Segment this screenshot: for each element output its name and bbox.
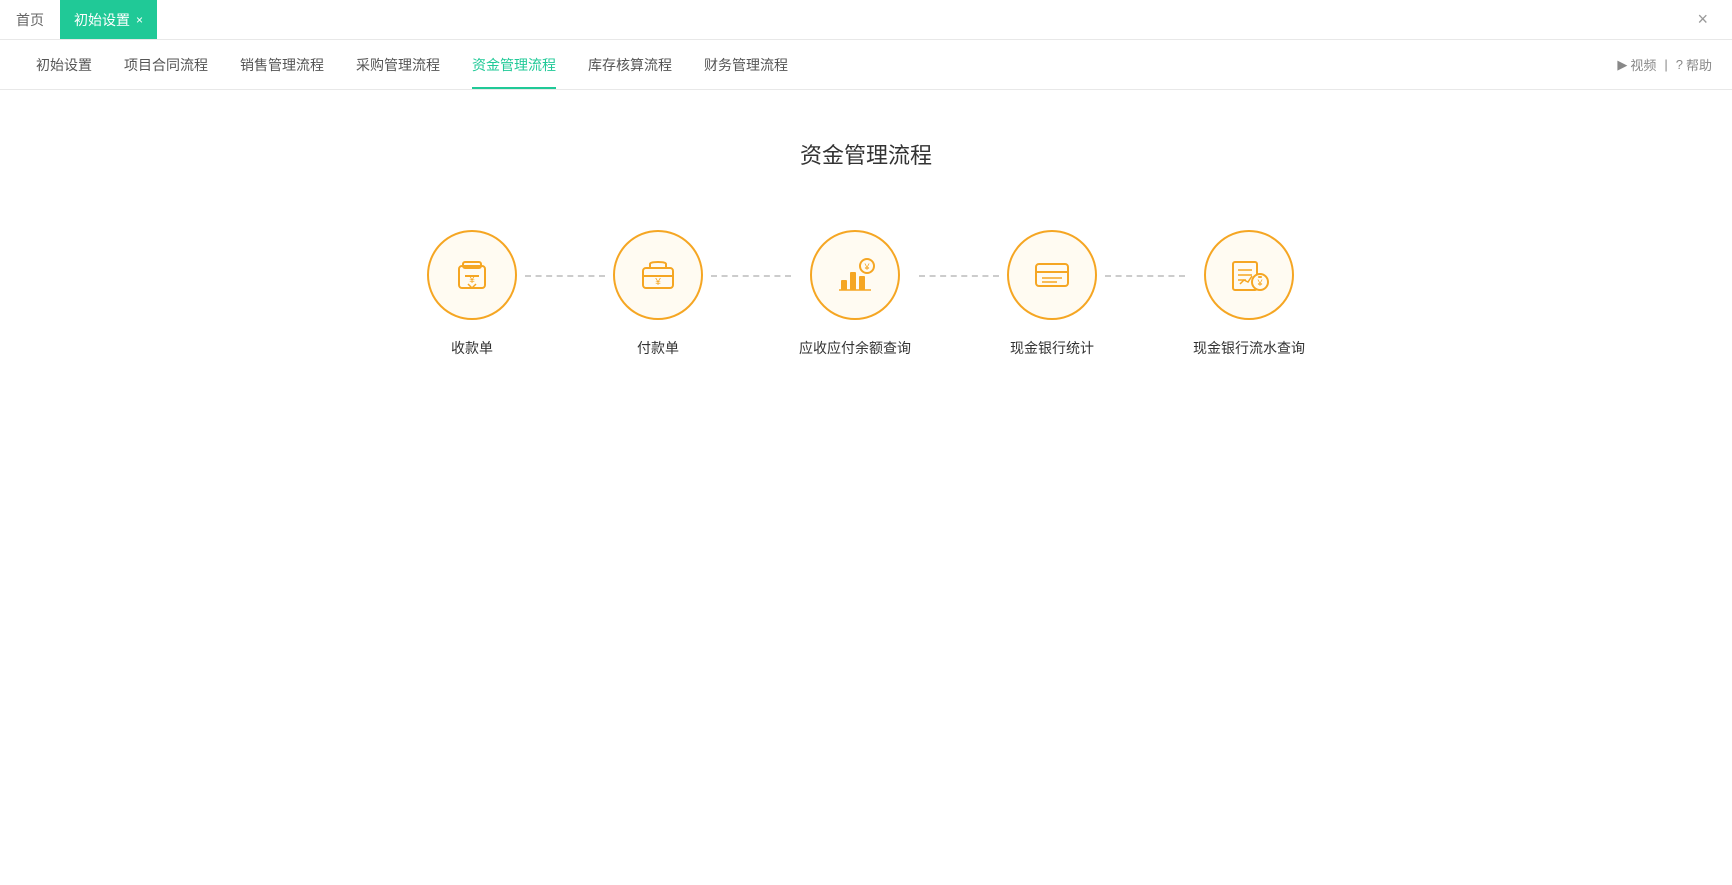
help-link[interactable]: ? 帮助 — [1676, 55, 1712, 74]
flow-row: ¥ 收款单 ¥ 付款单 — [427, 230, 1305, 358]
video-icon: ▶ — [1617, 57, 1627, 73]
svg-text:¥: ¥ — [1256, 278, 1263, 288]
cash-bank-flow-svg-icon: ¥ — [1226, 252, 1272, 298]
nav-bar: 初始设置 项目合同流程 销售管理流程 采购管理流程 资金管理流程 库存核算流程 … — [0, 40, 1732, 90]
balance-icon-circle: ¥ — [810, 230, 900, 320]
connector-2 — [711, 275, 791, 277]
payment-svg-icon: ¥ — [635, 252, 681, 298]
receipt-icon-circle: ¥ — [427, 230, 517, 320]
cash-bank-flow-label: 现金银行流水查询 — [1193, 338, 1305, 358]
balance-label: 应收应付余额查询 — [799, 338, 911, 358]
nav-item-sales[interactable]: 销售管理流程 — [224, 40, 340, 89]
nav-bar-right: ▶ 视频 | ? 帮助 — [1617, 55, 1712, 74]
help-icon: ? — [1676, 57, 1683, 72]
cash-bank-flow-icon-circle: ¥ — [1204, 230, 1294, 320]
svg-text:¥: ¥ — [863, 262, 870, 272]
nav-item-purchase[interactable]: 采购管理流程 — [340, 40, 456, 89]
flow-item-receipt[interactable]: ¥ 收款单 — [427, 230, 517, 358]
home-tab[interactable]: 首页 — [0, 0, 60, 39]
nav-item-initial[interactable]: 初始设置 — [20, 40, 108, 89]
nav-item-inventory[interactable]: 库存核算流程 — [572, 40, 688, 89]
receipt-label: 收款单 — [451, 338, 493, 358]
flow-item-payment[interactable]: ¥ 付款单 — [613, 230, 703, 358]
window-close-button[interactable]: × — [1689, 9, 1716, 30]
active-tab[interactable]: 初始设置 × — [60, 0, 157, 39]
balance-svg-icon: ¥ — [832, 252, 878, 298]
help-label: 帮助 — [1686, 55, 1712, 74]
nav-item-contract[interactable]: 项目合同流程 — [108, 40, 224, 89]
cash-bank-stat-label: 现金银行统计 — [1010, 338, 1094, 358]
top-bar: 首页 初始设置 × × — [0, 0, 1732, 40]
page-title: 资金管理流程 — [800, 138, 932, 170]
payment-icon-circle: ¥ — [613, 230, 703, 320]
connector-1 — [525, 275, 605, 277]
flow-item-balance[interactable]: ¥ 应收应付余额查询 — [799, 230, 911, 358]
connector-3 — [919, 275, 999, 277]
video-link[interactable]: ▶ 视频 — [1617, 55, 1656, 74]
payment-label: 付款单 — [637, 338, 679, 358]
main-content: 资金管理流程 ¥ 收款单 — [0, 90, 1732, 885]
nav-item-finance[interactable]: 财务管理流程 — [688, 40, 804, 89]
cash-bank-stat-svg-icon — [1029, 252, 1075, 298]
flow-item-cash-bank-stat[interactable]: 现金银行统计 — [1007, 230, 1097, 358]
nav-item-capital[interactable]: 资金管理流程 — [456, 40, 572, 89]
flow-item-cash-bank-flow[interactable]: ¥ 现金银行流水查询 — [1193, 230, 1305, 358]
cash-bank-stat-icon-circle — [1007, 230, 1097, 320]
receipt-svg-icon: ¥ — [449, 252, 495, 298]
svg-text:¥: ¥ — [654, 277, 661, 288]
active-tab-label: 初始设置 — [74, 10, 130, 30]
top-bar-right: × — [1689, 9, 1732, 30]
tab-close-icon[interactable]: × — [136, 13, 143, 27]
connector-4 — [1105, 275, 1185, 277]
nav-divider: | — [1664, 57, 1667, 72]
video-label: 视频 — [1630, 55, 1656, 74]
